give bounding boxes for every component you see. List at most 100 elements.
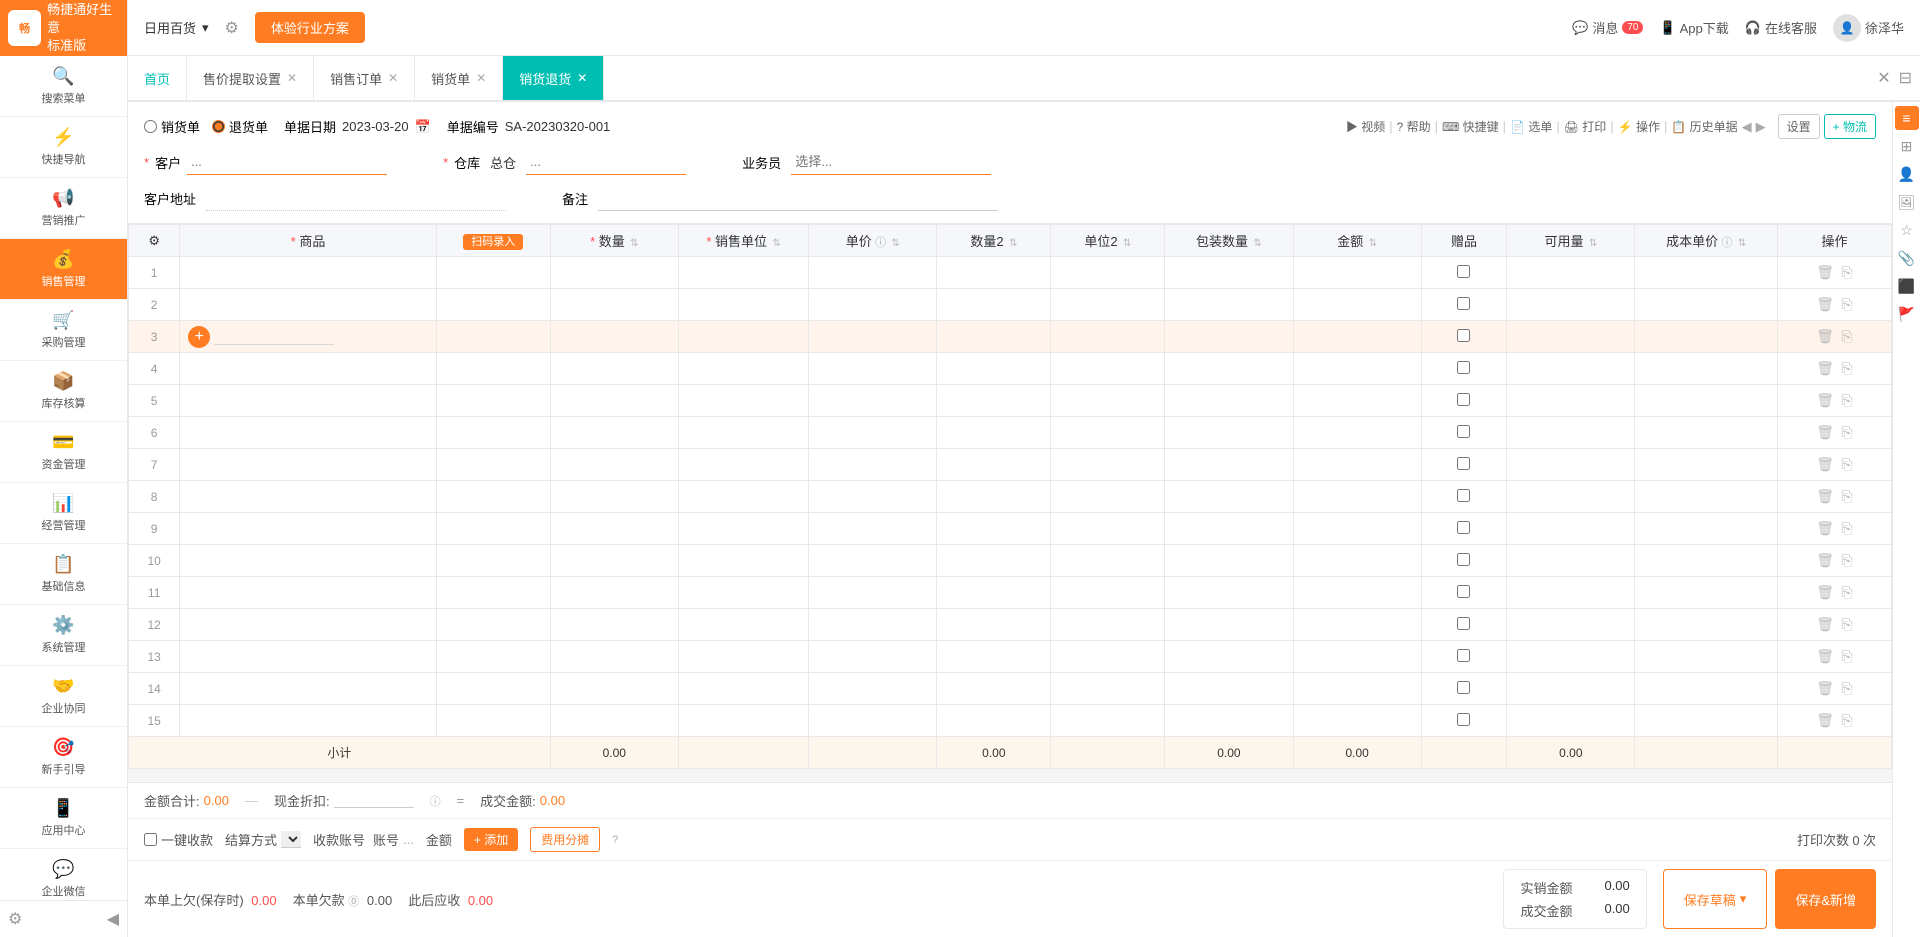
- cell-price[interactable]: [809, 705, 937, 737]
- cell-pack-qty[interactable]: [1165, 353, 1293, 385]
- sidebar-item-marketing[interactable]: 📢 营销推广: [0, 178, 127, 239]
- sidebar-item-sales[interactable]: 💰 销售管理: [0, 239, 127, 300]
- copy-row-button[interactable]: ⎘: [1841, 392, 1852, 408]
- cost-sort-icon[interactable]: ⇅: [1738, 238, 1746, 249]
- sidebar-item-enterprise[interactable]: 🤝 企业协同: [0, 666, 127, 727]
- add-payment-button[interactable]: + 添加: [464, 828, 518, 851]
- cell-qty2[interactable]: [937, 321, 1051, 353]
- gift-checkbox[interactable]: [1457, 265, 1470, 278]
- cell-qty2[interactable]: [937, 705, 1051, 737]
- cell-available[interactable]: [1507, 353, 1635, 385]
- cell-gift[interactable]: [1421, 545, 1506, 577]
- cell-gift[interactable]: [1421, 257, 1506, 289]
- scan-btn[interactable]: 扫码录入: [463, 234, 523, 250]
- gift-checkbox[interactable]: [1457, 489, 1470, 502]
- cell-unit[interactable]: [678, 705, 808, 737]
- cell-qty[interactable]: [550, 545, 678, 577]
- right-panel-flag-btn[interactable]: 🚩: [1895, 302, 1919, 326]
- address-input[interactable]: [206, 185, 506, 211]
- cell-amount[interactable]: [1293, 417, 1421, 449]
- copy-row-button[interactable]: ⎘: [1841, 296, 1852, 312]
- gift-checkbox[interactable]: [1457, 649, 1470, 662]
- sidebar-item-newbie[interactable]: 🎯 新手引导: [0, 727, 127, 788]
- amount-sort-icon[interactable]: ⇅: [1369, 238, 1377, 249]
- copy-row-button[interactable]: ⎘: [1841, 584, 1852, 600]
- cell-qty2[interactable]: [937, 385, 1051, 417]
- cell-available[interactable]: [1507, 641, 1635, 673]
- cell-gift[interactable]: [1421, 513, 1506, 545]
- cell-available[interactable]: [1507, 321, 1635, 353]
- cell-unit2[interactable]: [1051, 481, 1165, 513]
- cell-unit[interactable]: [678, 257, 808, 289]
- cell-product[interactable]: [180, 257, 436, 289]
- cell-unit2[interactable]: [1051, 385, 1165, 417]
- copy-row-button[interactable]: ⎘: [1841, 264, 1852, 280]
- gift-checkbox[interactable]: [1457, 521, 1470, 534]
- message-button[interactable]: 💬 消息 70: [1572, 18, 1643, 37]
- warehouse-input[interactable]: [526, 149, 686, 175]
- right-panel-table-btn[interactable]: ≡: [1895, 106, 1919, 130]
- cell-gift[interactable]: [1421, 417, 1506, 449]
- cell-unit[interactable]: [678, 673, 808, 705]
- cell-unit2[interactable]: [1051, 513, 1165, 545]
- note-input[interactable]: [598, 185, 998, 211]
- cell-qty2[interactable]: [937, 417, 1051, 449]
- one-click-payment-checkbox[interactable]: 一键收款: [144, 830, 213, 849]
- qty-sort-icon[interactable]: ⇅: [630, 238, 638, 249]
- gift-checkbox[interactable]: [1457, 297, 1470, 310]
- cell-cost[interactable]: [1635, 577, 1777, 609]
- cell-pack-qty[interactable]: [1165, 577, 1293, 609]
- cash-discount-input[interactable]: [334, 793, 414, 808]
- right-panel-scan-btn[interactable]: ⬛: [1895, 274, 1919, 298]
- cell-unit2[interactable]: [1051, 545, 1165, 577]
- cell-unit2[interactable]: [1051, 417, 1165, 449]
- cell-product[interactable]: [180, 641, 436, 673]
- cell-product[interactable]: [180, 673, 436, 705]
- cell-unit2[interactable]: [1051, 577, 1165, 609]
- sidebar-item-finance[interactable]: 💳 资金管理: [0, 422, 127, 483]
- save-draft-button[interactable]: 保存草稿 ▾: [1663, 869, 1768, 929]
- fee-split-button[interactable]: 费用分摊: [530, 827, 600, 852]
- cell-product[interactable]: [180, 545, 436, 577]
- right-panel-star-btn[interactable]: ☆: [1895, 218, 1919, 242]
- delete-row-button[interactable]: 🗑: [1816, 680, 1834, 696]
- cell-price[interactable]: [809, 609, 937, 641]
- cell-unit[interactable]: [678, 609, 808, 641]
- right-panel-grid-btn[interactable]: ⊞: [1895, 134, 1919, 158]
- cell-amount[interactable]: [1293, 641, 1421, 673]
- cell-price[interactable]: [809, 289, 937, 321]
- calc-method-select[interactable]: [281, 831, 301, 848]
- cell-product[interactable]: [180, 481, 436, 513]
- cell-pack-qty[interactable]: [1165, 481, 1293, 513]
- cell-unit[interactable]: [678, 577, 808, 609]
- cell-qty[interactable]: [550, 641, 678, 673]
- tab-sale-order[interactable]: 销售订单 ✕: [314, 56, 415, 100]
- radio-sale[interactable]: 销货单: [144, 117, 200, 136]
- cell-unit[interactable]: [678, 321, 808, 353]
- copy-row-button[interactable]: ⎘: [1841, 616, 1852, 632]
- cell-qty[interactable]: [550, 289, 678, 321]
- gift-checkbox[interactable]: [1457, 425, 1470, 438]
- cell-product[interactable]: [180, 577, 436, 609]
- cell-qty2[interactable]: [937, 481, 1051, 513]
- cell-pack-qty[interactable]: [1165, 673, 1293, 705]
- cell-qty[interactable]: [550, 385, 678, 417]
- topbar-gear-icon[interactable]: ⚙: [225, 18, 239, 38]
- cell-price[interactable]: [809, 481, 937, 513]
- cell-price[interactable]: [809, 385, 937, 417]
- cell-cost[interactable]: [1635, 449, 1777, 481]
- delete-row-button[interactable]: 🗑: [1816, 584, 1834, 600]
- cell-amount[interactable]: [1293, 545, 1421, 577]
- cell-unit[interactable]: [678, 449, 808, 481]
- delete-row-button[interactable]: 🗑: [1816, 520, 1834, 536]
- gift-checkbox[interactable]: [1457, 713, 1470, 726]
- cell-pack-qty[interactable]: [1165, 321, 1293, 353]
- category-select[interactable]: 日用百货 ▾: [144, 18, 209, 37]
- cell-price[interactable]: [809, 257, 937, 289]
- help-btn[interactable]: ? 帮助: [1397, 118, 1431, 135]
- cell-qty[interactable]: [550, 417, 678, 449]
- delete-row-button[interactable]: 🗑: [1816, 712, 1834, 728]
- cell-unit[interactable]: [678, 385, 808, 417]
- sidebar-settings-btn[interactable]: ⚙: [8, 909, 22, 929]
- cell-product[interactable]: [180, 513, 436, 545]
